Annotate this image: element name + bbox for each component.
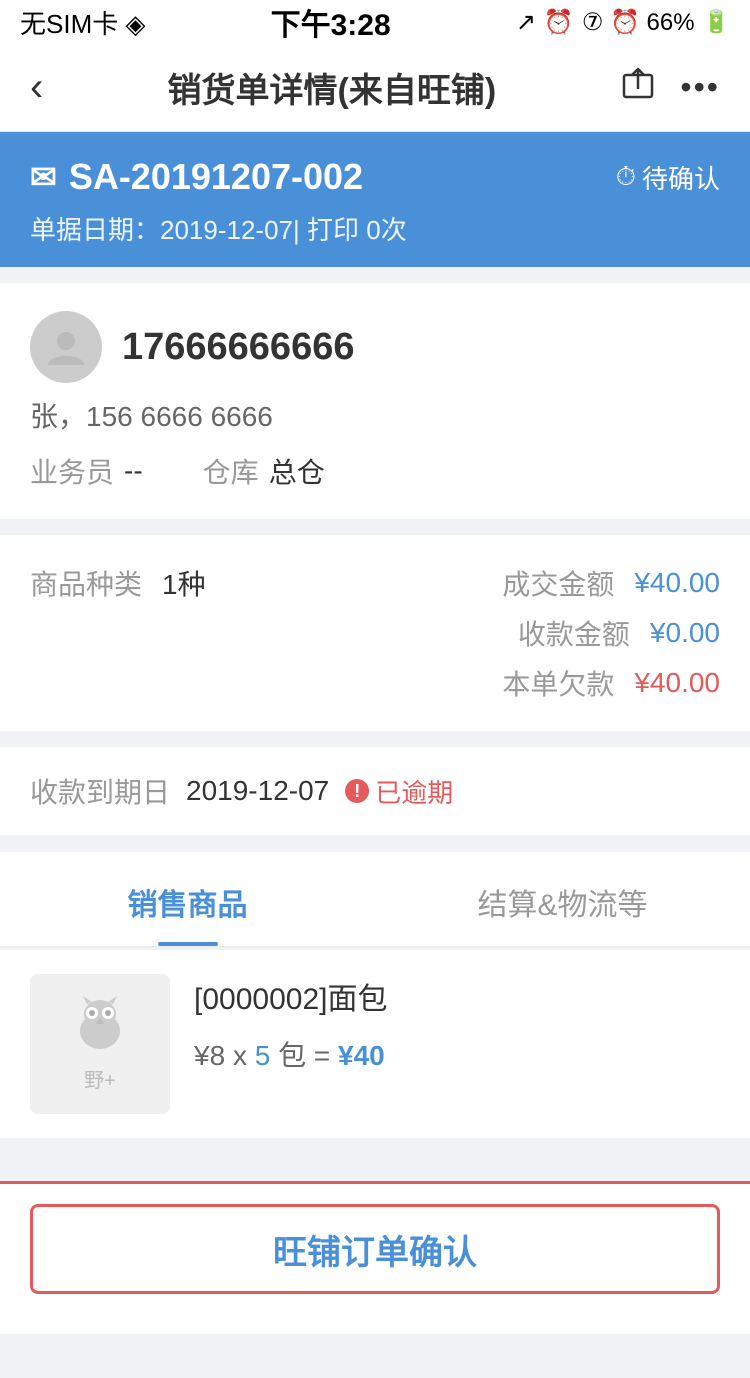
clock-icon: ⏱	[616, 161, 636, 193]
order-id-display: ✉ SA-20191207-002	[30, 156, 363, 198]
deal-amount-label: 成交金额	[502, 563, 614, 603]
received-amount-label: 收款金额	[518, 613, 630, 653]
brand-watermark: 野+	[84, 1064, 116, 1093]
owed-amount-row: 本单欠款 ¥40.00	[502, 663, 720, 703]
print-suffix: 次	[381, 215, 407, 245]
email-icon: ✉	[30, 158, 57, 196]
product-formula: ¥8 x 5 包 = ¥40	[194, 1034, 720, 1074]
due-date-section: 收款到期日 2019-12-07 ! 已逾期	[0, 747, 750, 836]
print-count: 0	[366, 215, 380, 245]
confirm-order-button[interactable]: 旺铺订单确认	[30, 1204, 720, 1294]
salesperson-value: --	[124, 455, 143, 487]
product-price: ¥8	[194, 1040, 225, 1071]
deal-amount-value: ¥40.00	[634, 567, 720, 599]
overdue-warning-icon: !	[345, 779, 369, 803]
tab-active-indicator	[158, 942, 218, 946]
status-right: ↗ ⏰ ⑦ ⏰ 66% 🔋	[516, 8, 730, 37]
product-type-value: 1种	[162, 563, 206, 603]
share-icon[interactable]	[620, 65, 656, 110]
product-qty: 5	[255, 1040, 271, 1071]
more-icon[interactable]: •••	[680, 69, 720, 106]
order-date-display: 单据日期：2019-12-07| 打印 0次	[30, 210, 720, 247]
warehouse-info: 仓库 总仓	[203, 451, 325, 491]
confirm-button-wrap: 旺铺订单确认	[0, 1181, 750, 1334]
battery-level: ⑦ ⏰ 66%	[582, 8, 695, 37]
due-date-label: 收款到期日	[30, 771, 170, 811]
status-time: 下午3:28	[271, 0, 391, 44]
tab-settlement-logistics[interactable]: 结算&物流等	[375, 852, 750, 946]
received-amount-value: ¥0.00	[650, 617, 720, 649]
nav-actions: •••	[620, 65, 720, 110]
salesperson-info: 业务员 --	[30, 451, 143, 491]
amount-info: 成交金额 ¥40.00 收款金额 ¥0.00 本单欠款 ¥40.00	[502, 563, 720, 703]
product-total: ¥40	[338, 1040, 385, 1071]
received-amount-row: 收款金额 ¥0.00	[518, 613, 720, 653]
status-bar: 无SIM卡 ◈ 下午3:28 ↗ ⏰ ⑦ ⏰ 66% 🔋	[0, 0, 750, 44]
alarm-icon: ⏰	[544, 8, 574, 37]
product-name: [0000002]面包	[194, 974, 720, 1018]
order-status-text: 待确认	[642, 159, 720, 196]
order-date-value: 2019-12-07	[160, 215, 293, 245]
nav-bar: ‹ 销货单详情(来自旺铺) •••	[0, 44, 750, 132]
warehouse-label: 仓库	[203, 451, 259, 491]
tab-bar: 销售商品 结算&物流等	[0, 852, 750, 948]
product-type-label: 商品种类	[30, 563, 142, 603]
warehouse-value: 总仓	[269, 451, 325, 491]
customer-phone: 17666666666	[122, 326, 354, 369]
order-status-display: ⏱ 待确认	[616, 159, 720, 196]
owed-amount-label: 本单欠款	[502, 663, 614, 703]
customer-phone-info: 17666666666	[122, 326, 354, 369]
page-title: 销货单详情(来自旺铺)	[168, 63, 497, 112]
date-label: 单据日期：	[30, 215, 160, 245]
product-image: 野+	[30, 974, 170, 1114]
multiply-icon: x	[233, 1040, 255, 1071]
back-button[interactable]: ‹	[30, 65, 43, 110]
customer-avatar	[30, 311, 102, 383]
customer-section: 17666666666 张，156 6666 6666 业务员 -- 仓库 总仓	[0, 283, 750, 519]
summary-section: 商品种类 1种 成交金额 ¥40.00 收款金额 ¥0.00 本单欠款 ¥40.…	[0, 535, 750, 731]
order-header-banner: ✉ SA-20191207-002 ⏱ 待确认 单据日期：2019-12-07|…	[0, 132, 750, 267]
product-item: 野+ [0000002]面包 ¥8 x 5 包 = ¥40	[0, 950, 750, 1138]
owed-amount-value: ¥40.00	[634, 667, 720, 699]
deal-amount-row: 成交金额 ¥40.00	[502, 563, 720, 603]
overdue-badge: ! 已逾期	[345, 773, 453, 810]
print-label: | 打印	[293, 215, 359, 245]
customer-name: 张，156 6666 6666	[30, 395, 720, 435]
salesperson-label: 业务员	[30, 451, 114, 491]
battery-icon: 🔋	[703, 9, 730, 35]
tab-sales-product[interactable]: 销售商品	[0, 852, 375, 946]
product-placeholder-icon	[65, 996, 135, 1060]
status-left: 无SIM卡 ◈	[20, 4, 145, 41]
due-date-value: 2019-12-07	[186, 775, 329, 807]
product-details: [0000002]面包 ¥8 x 5 包 = ¥40	[194, 974, 720, 1074]
equals-sign: =	[314, 1040, 330, 1071]
product-unit: 包	[278, 1040, 306, 1071]
overdue-text: 已逾期	[375, 773, 453, 810]
product-type-info: 商品种类 1种	[30, 563, 206, 603]
order-id-text: SA-20191207-002	[69, 156, 363, 198]
location-icon: ↗	[516, 8, 536, 37]
